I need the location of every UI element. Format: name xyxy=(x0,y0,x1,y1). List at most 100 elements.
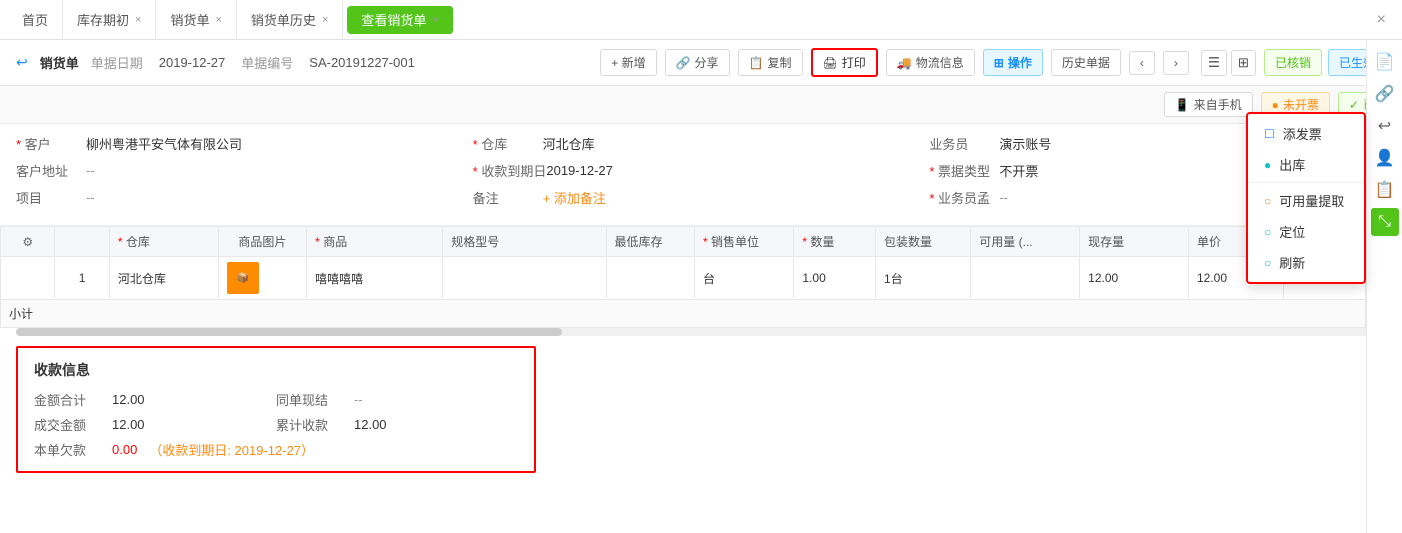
locate-icon: ○ xyxy=(1264,225,1271,239)
warehouse-value: 河北仓库 xyxy=(543,134,595,153)
copy-button[interactable]: 📋 复制 xyxy=(738,49,803,76)
subtotal-cell: 小计 xyxy=(1,300,1366,328)
nav-prev-button[interactable]: ‹ xyxy=(1129,51,1155,75)
cancelled-button[interactable]: 已核销 xyxy=(1264,49,1322,76)
doc-meta: 单据日期 2019-12-27 单据编号 SA-20191227-001 xyxy=(91,53,415,72)
sidebar-link-icon[interactable]: 🔗 xyxy=(1371,80,1399,108)
sidebar-doc-icon[interactable]: 📄 xyxy=(1371,48,1399,76)
same-order-settle-row: 同单现结 -- xyxy=(276,390,518,409)
locate-label: 定位 xyxy=(1279,222,1305,241)
customer-value: 柳州粤港平安气体有限公司 xyxy=(86,134,242,153)
logistics-button[interactable]: 🚚 物流信息 xyxy=(886,49,975,76)
tab-inventory-init-close[interactable]: × xyxy=(135,14,141,26)
tab-sales-order-history-label: 销货单历史 xyxy=(251,10,316,29)
tab-inventory-init-label: 库存期初 xyxy=(77,10,129,29)
tab-sales-order-label: 销货单 xyxy=(170,10,209,29)
outbound-label: 出库 xyxy=(1279,155,1305,174)
transaction-amount-row: 成交金额 12.00 xyxy=(34,415,276,434)
check-icon: ✓ xyxy=(1349,98,1359,112)
new-button[interactable]: + 新增 xyxy=(600,49,656,76)
window-close-button[interactable]: × xyxy=(1369,11,1394,29)
table-header-row: ⚙ * 仓库 商品图片 * 商品 xyxy=(1,227,1366,257)
dropdown-available-extract[interactable]: ○ 可用量提取 xyxy=(1248,185,1364,216)
refresh-icon: ○ xyxy=(1264,256,1271,270)
scrollbar-thumb[interactable] xyxy=(16,328,562,336)
tab-inventory-init[interactable]: 库存期初 × xyxy=(63,0,156,40)
operation-button[interactable]: ⊞ 操作 xyxy=(983,49,1043,76)
sidebar-history-icon[interactable]: ↩ xyxy=(1371,112,1399,140)
sidebar-expand-icon[interactable]: ⤡ xyxy=(1371,208,1399,236)
doc-type-label: 销货单 xyxy=(40,53,79,72)
due-date-label: 收款到期日 xyxy=(473,161,547,180)
row-current-stock: 12.00 xyxy=(1080,257,1189,300)
add-invoice-label: 添发票 xyxy=(1283,124,1322,143)
form-row-2: 客户地址 -- 收款到期日 2019-12-27 票据类型 不开票 xyxy=(16,161,1386,180)
form-row-1: 客户 柳州粤港平安气体有限公司 仓库 河北仓库 业务员 演示账号 xyxy=(16,134,1386,153)
row-img: 📦 xyxy=(218,257,306,300)
row-num: 1 xyxy=(55,257,109,300)
dropdown-locate[interactable]: ○ 定位 xyxy=(1248,216,1364,247)
subtotal-label: 小计 xyxy=(9,307,33,321)
subtotal-row: 小计 xyxy=(1,300,1366,328)
note-label: 备注 xyxy=(473,188,543,207)
th-available: 可用量 (... xyxy=(971,227,1080,257)
tab-bar: 首页 库存期初 × 销货单 × 销货单历史 × 查看销货单 × × xyxy=(0,0,1402,40)
transaction-amount-label: 成交金额 xyxy=(34,415,104,434)
tab-view-sales-order-label: 查看销货单 xyxy=(361,10,426,29)
dropdown-outbound[interactable]: ● 出库 xyxy=(1248,149,1364,180)
due-date-value: 2019-12-27 xyxy=(546,163,613,178)
dropdown-add-invoice[interactable]: ☐ 添发票 xyxy=(1248,118,1364,149)
total-amount-label: 金额合计 xyxy=(34,390,104,409)
product-table: ⚙ * 仓库 商品图片 * 商品 xyxy=(0,226,1366,328)
history-label: 历史单据 xyxy=(1062,54,1110,71)
sales-order-icon: ↩ xyxy=(16,54,28,71)
tab-home[interactable]: 首页 xyxy=(8,0,63,40)
share-label: 分享 xyxy=(695,54,719,71)
from-mobile-button[interactable]: 📱 来自手机 xyxy=(1164,92,1253,117)
sidebar-user-icon[interactable]: 👤 xyxy=(1371,144,1399,172)
number-value: SA-20191227-001 xyxy=(309,55,415,70)
dropdown-refresh[interactable]: ○ 刷新 xyxy=(1248,247,1364,278)
th-num xyxy=(55,227,109,257)
grid-view-button[interactable]: ⊞ xyxy=(1231,50,1256,76)
cumulative-collection-label: 累计收款 xyxy=(276,415,346,434)
operation-dropdown: ☐ 添发票 ● 出库 ○ 可用量提取 ○ 定位 ○ 刷新 xyxy=(1246,112,1366,284)
not-open-label: 未开票 xyxy=(1283,96,1319,113)
logistics-label: 物流信息 xyxy=(916,54,964,71)
tab-sales-order-history[interactable]: 销货单历史 × xyxy=(237,0,343,40)
view-toggle: ☰ ⊞ xyxy=(1201,50,1256,76)
print-button[interactable]: 🖨 打印 xyxy=(811,48,878,77)
doc-title-area: ↩ 销货单 单据日期 2019-12-27 单据编号 SA-20191227-0… xyxy=(16,53,415,72)
from-mobile-label: 来自手机 xyxy=(1194,96,1242,113)
row-pack: 1台 xyxy=(876,257,971,300)
add-invoice-icon: ☐ xyxy=(1264,127,1275,141)
payment-title: 收款信息 xyxy=(34,360,518,380)
history-button[interactable]: 历史单据 xyxy=(1051,49,1121,76)
add-note-button[interactable]: 添加备注 xyxy=(543,188,606,207)
gear-icon[interactable]: ⚙ xyxy=(22,235,33,249)
share-icon: 🔗 xyxy=(676,56,691,70)
tab-sales-order-close[interactable]: × xyxy=(215,14,221,26)
customer-label: 客户 xyxy=(16,134,86,153)
tab-view-sales-order[interactable]: 查看销货单 × xyxy=(347,6,453,34)
tab-sales-order[interactable]: 销货单 × xyxy=(156,0,236,40)
sidebar-list-icon[interactable]: 📋 xyxy=(1371,176,1399,204)
doc-header: ↩ 销货单 单据日期 2019-12-27 单据编号 SA-20191227-0… xyxy=(0,40,1402,86)
sub-action-bar: 📱 来自手机 ● 未开票 ✓ 已 xyxy=(0,86,1402,124)
th-product: * 商品 xyxy=(307,227,443,257)
share-button[interactable]: 🔗 分享 xyxy=(665,49,730,76)
th-img: 商品图片 xyxy=(218,227,306,257)
tab-sales-order-history-close[interactable]: × xyxy=(322,14,328,26)
th-warehouse: * 仓库 xyxy=(109,227,218,257)
row-available xyxy=(971,257,1080,300)
form-section: 客户 柳州粤港平安气体有限公司 仓库 河北仓库 业务员 演示账号 客户地址 -- xyxy=(0,124,1402,226)
list-view-button[interactable]: ☰ xyxy=(1201,50,1227,76)
transaction-amount-value: 12.00 xyxy=(112,417,145,432)
tab-home-label: 首页 xyxy=(22,10,48,29)
table-scrollbar[interactable] xyxy=(16,328,1382,336)
available-extract-label: 可用量提取 xyxy=(1279,191,1344,210)
tab-view-sales-order-close[interactable]: × xyxy=(432,14,438,26)
nav-next-button[interactable]: › xyxy=(1163,51,1189,75)
th-minstock: 最低库存 xyxy=(606,227,694,257)
mobile-icon: 📱 xyxy=(1175,98,1190,112)
